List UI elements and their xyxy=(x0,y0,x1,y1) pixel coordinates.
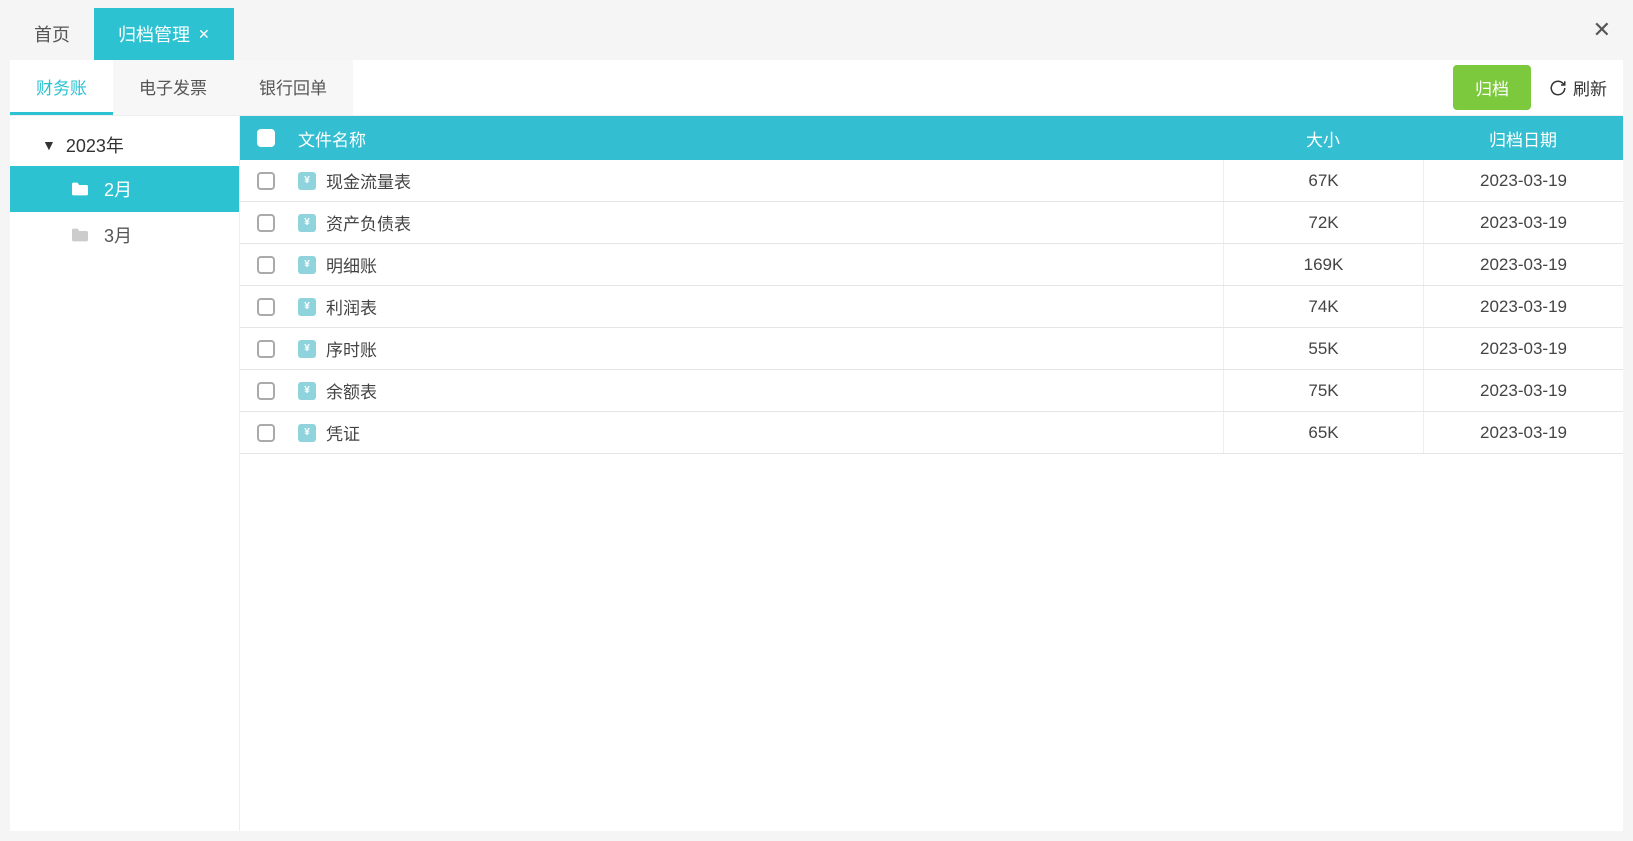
sub-tab-einvoice-label: 电子发票 xyxy=(139,74,207,99)
row-date: 2023-03-19 xyxy=(1423,160,1623,201)
tab-archive-label: 归档管理 xyxy=(118,21,190,47)
file-icon: ¥ xyxy=(298,214,316,232)
row-size: 74K xyxy=(1223,286,1423,327)
row-name: 现金流量表 xyxy=(326,168,411,193)
sub-actions: 归档 刷新 xyxy=(1453,65,1607,110)
header-size: 大小 xyxy=(1223,126,1423,151)
row-date: 2023-03-19 xyxy=(1423,202,1623,243)
row-size: 67K xyxy=(1223,160,1423,201)
tree-month-label: 3月 xyxy=(104,222,132,248)
tree-month-label: 2月 xyxy=(104,176,132,202)
file-icon: ¥ xyxy=(298,424,316,442)
sub-tab-einvoice[interactable]: 电子发票 xyxy=(113,60,233,115)
file-icon: ¥ xyxy=(298,256,316,274)
folder-icon xyxy=(70,227,90,243)
tab-home-label: 首页 xyxy=(34,21,70,47)
top-right-actions: ✕ xyxy=(1587,11,1617,49)
file-icon: ¥ xyxy=(298,298,316,316)
refresh-button[interactable]: 刷新 xyxy=(1549,75,1607,100)
row-name: 序时账 xyxy=(326,336,377,361)
close-icon[interactable]: ✕ xyxy=(1587,11,1617,49)
header-name: 文件名称 xyxy=(292,126,1223,151)
row-name-cell: ¥ 余额表 xyxy=(292,378,1223,403)
row-name: 资产负债表 xyxy=(326,210,411,235)
row-name: 余额表 xyxy=(326,378,377,403)
sub-tab-bank[interactable]: 银行回单 xyxy=(233,60,353,115)
row-checkbox[interactable] xyxy=(257,214,275,232)
row-checkbox[interactable] xyxy=(257,340,275,358)
tab-archive-management[interactable]: 归档管理 ✕ xyxy=(94,8,234,60)
row-date: 2023-03-19 xyxy=(1423,370,1623,411)
row-name-cell: ¥ 凭证 xyxy=(292,420,1223,445)
row-checkbox-cell xyxy=(240,256,292,274)
row-checkbox[interactable] xyxy=(257,256,275,274)
row-name: 明细账 xyxy=(326,252,377,277)
file-table: 文件名称 大小 归档日期 ¥现金流量表67K2023-03-19¥资产负债表72… xyxy=(240,116,1623,831)
row-checkbox[interactable] xyxy=(257,382,275,400)
table-row[interactable]: ¥ 利润表 74K2023-03-19 xyxy=(240,286,1623,328)
row-name-cell: ¥ 利润表 xyxy=(292,294,1223,319)
file-icon: ¥ xyxy=(298,340,316,358)
row-checkbox-cell xyxy=(240,340,292,358)
row-name-cell: ¥ 资产负债表 xyxy=(292,210,1223,235)
row-size: 65K xyxy=(1223,412,1423,453)
table-header: 文件名称 大小 归档日期 xyxy=(240,116,1623,160)
folder-icon xyxy=(70,181,90,197)
row-date: 2023-03-19 xyxy=(1423,244,1623,285)
tree-year-label: 2023年 xyxy=(66,132,124,158)
main-panel: 财务账 电子发票 银行回单 归档 刷新 ▼ 2023年 xyxy=(10,60,1623,831)
row-name-cell: ¥ 序时账 xyxy=(292,336,1223,361)
row-checkbox[interactable] xyxy=(257,172,275,190)
header-date: 归档日期 xyxy=(1423,126,1623,151)
table-row[interactable]: ¥ 现金流量表 67K2023-03-19 xyxy=(240,160,1623,202)
tab-close-icon[interactable]: ✕ xyxy=(198,26,210,43)
year-tree: ▼ 2023年 2月 3月 xyxy=(10,116,240,831)
table-row[interactable]: ¥ 序时账 55K2023-03-19 xyxy=(240,328,1623,370)
file-icon: ¥ xyxy=(298,382,316,400)
tab-home[interactable]: 首页 xyxy=(10,8,94,60)
row-checkbox-cell xyxy=(240,424,292,442)
sub-tab-finance[interactable]: 财务账 xyxy=(10,60,113,115)
row-checkbox-cell xyxy=(240,214,292,232)
row-size: 75K xyxy=(1223,370,1423,411)
row-name: 凭证 xyxy=(326,420,360,445)
sub-tabs: 财务账 电子发票 银行回单 xyxy=(10,60,353,115)
tree-year-node[interactable]: ▼ 2023年 xyxy=(10,124,239,166)
row-size: 72K xyxy=(1223,202,1423,243)
row-checkbox-cell xyxy=(240,298,292,316)
file-icon: ¥ xyxy=(298,172,316,190)
row-name-cell: ¥ 明细账 xyxy=(292,252,1223,277)
row-name: 利润表 xyxy=(326,294,377,319)
top-tabs-bar: 首页 归档管理 ✕ ✕ xyxy=(0,0,1633,60)
table-row[interactable]: ¥ 资产负债表 72K2023-03-19 xyxy=(240,202,1623,244)
refresh-icon xyxy=(1549,79,1567,97)
row-date: 2023-03-19 xyxy=(1423,328,1623,369)
row-checkbox[interactable] xyxy=(257,424,275,442)
tree-month-node[interactable]: 3月 xyxy=(10,212,239,258)
row-size: 169K xyxy=(1223,244,1423,285)
row-date: 2023-03-19 xyxy=(1423,286,1623,327)
archive-button[interactable]: 归档 xyxy=(1453,65,1531,110)
sub-tab-finance-label: 财务账 xyxy=(36,74,87,99)
row-checkbox-cell xyxy=(240,382,292,400)
row-checkbox-cell xyxy=(240,172,292,190)
select-all-checkbox[interactable] xyxy=(257,129,275,147)
tree-month-node[interactable]: 2月 xyxy=(10,166,239,212)
caret-down-icon: ▼ xyxy=(42,137,56,153)
row-size: 55K xyxy=(1223,328,1423,369)
row-checkbox[interactable] xyxy=(257,298,275,316)
sub-tabs-bar: 财务账 电子发票 银行回单 归档 刷新 xyxy=(10,60,1623,116)
table-row[interactable]: ¥ 凭证 65K2023-03-19 xyxy=(240,412,1623,454)
content-area: ▼ 2023年 2月3月 文件名称 大小 归档日期 ¥现金流量表67K2023-… xyxy=(10,116,1623,831)
header-checkbox-cell xyxy=(240,129,292,147)
row-name-cell: ¥ 现金流量表 xyxy=(292,168,1223,193)
table-row[interactable]: ¥ 余额表 75K2023-03-19 xyxy=(240,370,1623,412)
row-date: 2023-03-19 xyxy=(1423,412,1623,453)
refresh-label: 刷新 xyxy=(1573,75,1607,100)
sub-tab-bank-label: 银行回单 xyxy=(259,74,327,99)
table-row[interactable]: ¥ 明细账 169K2023-03-19 xyxy=(240,244,1623,286)
